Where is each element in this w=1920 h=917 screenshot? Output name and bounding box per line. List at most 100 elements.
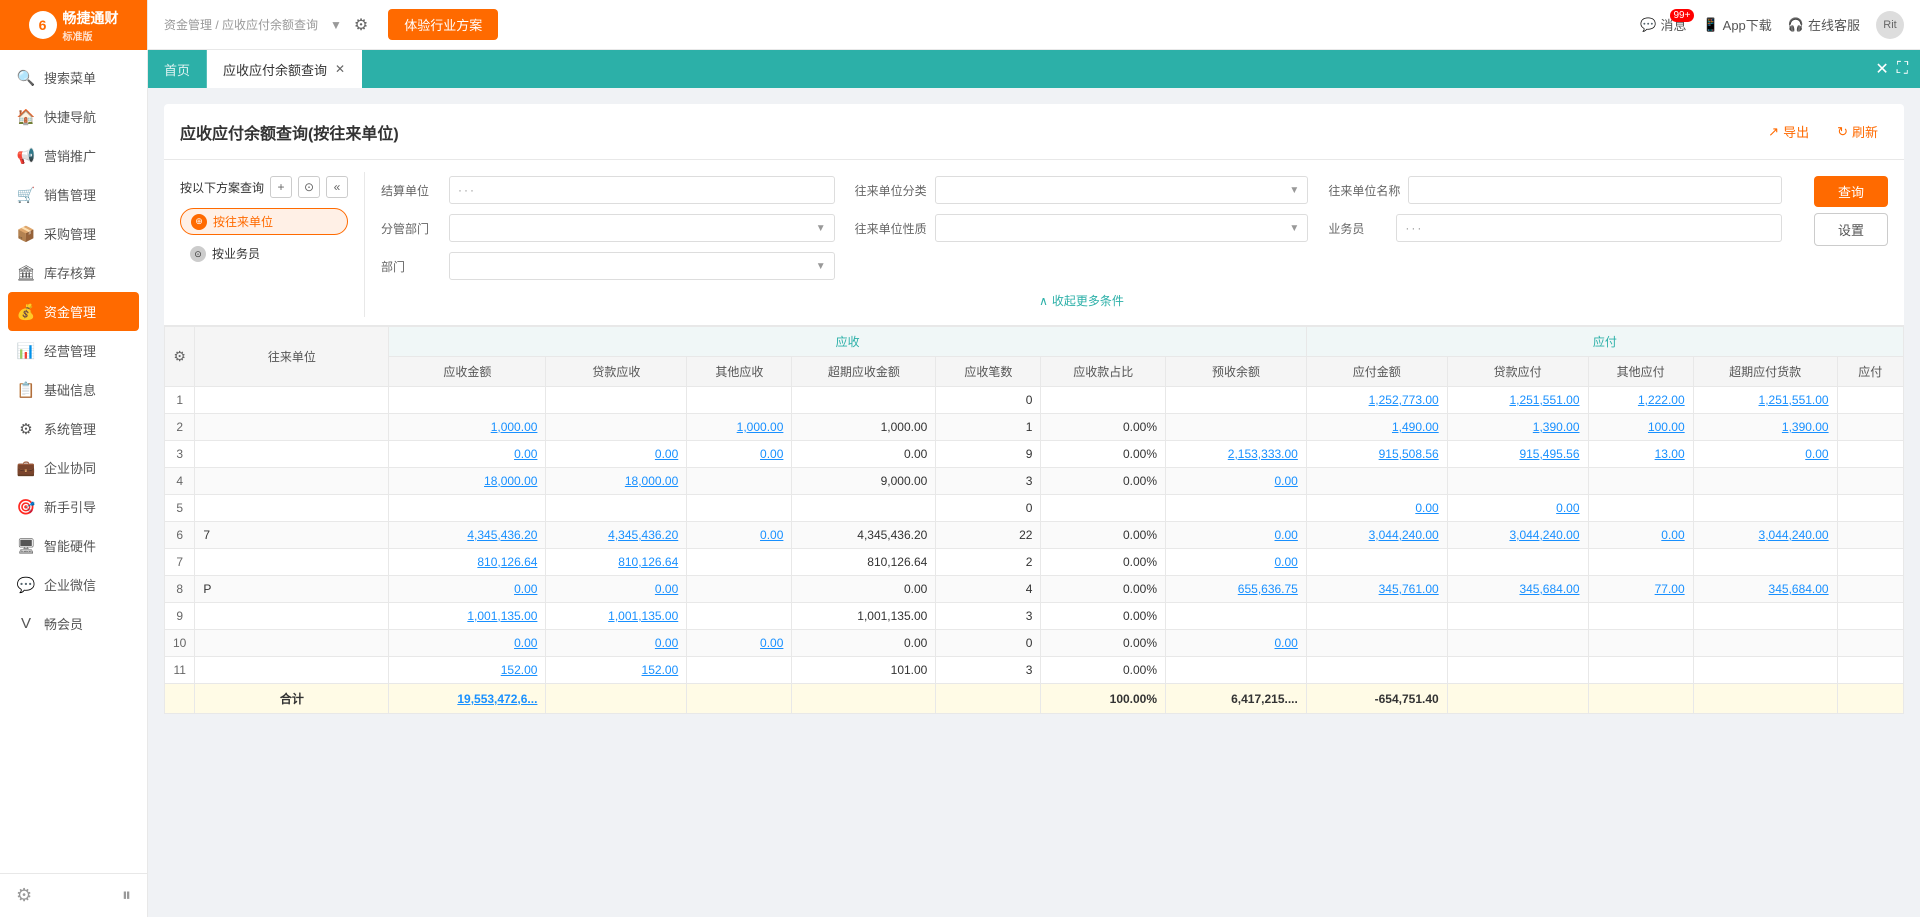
table-cell[interactable]: 13.00 [1588, 441, 1693, 468]
table-cell[interactable]: 810,126.64 [546, 549, 687, 576]
table-cell[interactable]: 1,252,773.00 [1306, 387, 1447, 414]
table-gear-icon[interactable]: ⚙ [173, 348, 186, 364]
sidebar-item-智能硬件[interactable]: 🖥智能硬件 [0, 526, 147, 565]
table-cell[interactable]: 18,000.00 [546, 468, 687, 495]
sidebar-item-采购管理[interactable]: 📦采购管理 [0, 214, 147, 253]
table-cell[interactable]: 345,684.00 [1447, 576, 1588, 603]
table-cell[interactable]: 0.00 [1588, 522, 1693, 549]
table-cell[interactable]: 0.00 [389, 630, 546, 657]
sidebar-item-快捷导航[interactable]: 🏠快捷导航 [0, 97, 147, 136]
table-cell[interactable]: 4,345,436.20 [389, 522, 546, 549]
scheme-by-unit[interactable]: ⊕ 按往来单位 [180, 208, 348, 235]
window-close-icon[interactable]: ✕ [1875, 59, 1888, 79]
department-input[interactable]: ▼ [449, 252, 835, 280]
footer-ap2 [1837, 684, 1903, 714]
table-cell[interactable]: 0.00 [1166, 468, 1307, 495]
table-cell[interactable]: 1,001,135.00 [546, 603, 687, 630]
customer-service-button[interactable]: 🎧 在线客服 [1788, 15, 1860, 34]
tab-ar-query[interactable]: 应收应付余额查询 ✕ [207, 50, 362, 88]
table-cell[interactable]: 0.00 [1447, 495, 1588, 522]
settlement-input[interactable]: ··· [449, 176, 835, 204]
collapse-button[interactable]: ∧ 收起更多条件 [381, 288, 1782, 313]
tab-home[interactable]: 首页 [148, 50, 207, 88]
table-cell[interactable]: 100.00 [1588, 414, 1693, 441]
sidebar-item-库存核算[interactable]: 🏛库存核算 [0, 253, 147, 292]
sidebar-item-企业微信[interactable]: 💬企业微信 [0, 565, 147, 604]
table-cell[interactable]: 0.00 [546, 576, 687, 603]
table-cell[interactable]: 1,251,551.00 [1693, 387, 1837, 414]
table-cell[interactable]: 18,000.00 [389, 468, 546, 495]
table-cell[interactable]: 3,044,240.00 [1306, 522, 1447, 549]
table-cell[interactable]: 810,126.64 [389, 549, 546, 576]
export-button[interactable]: ↗ 导出 [1758, 118, 1819, 145]
table-cell[interactable]: 655,636.75 [1166, 576, 1307, 603]
scheme-left-button[interactable]: « [326, 176, 348, 198]
sidebar-item-企业协同[interactable]: 💼企业协同 [0, 448, 147, 487]
table-cell[interactable]: 0.00 [546, 441, 687, 468]
table-cell[interactable]: 345,684.00 [1693, 576, 1837, 603]
tab-close-icon[interactable]: ✕ [335, 62, 345, 76]
table-cell[interactable]: 0.00 [1166, 549, 1307, 576]
scheme-set-button[interactable]: ⊙ [298, 176, 320, 198]
table-cell[interactable]: 1,000.00 [687, 414, 792, 441]
table-cell[interactable]: 915,495.56 [1447, 441, 1588, 468]
table-cell [1837, 576, 1903, 603]
table-cell[interactable]: 1,001,135.00 [389, 603, 546, 630]
app-download-button[interactable]: 📱 App下载 [1702, 15, 1771, 34]
table-cell[interactable]: 1,390.00 [1447, 414, 1588, 441]
table-cell[interactable]: 152.00 [546, 657, 687, 684]
refresh-button[interactable]: ↻ 刷新 [1827, 118, 1888, 145]
user-avatar[interactable]: Rit [1876, 11, 1904, 39]
dept-input[interactable]: ▼ [449, 214, 835, 242]
trial-button[interactable]: 体验行业方案 [388, 9, 498, 40]
table-cell[interactable]: 152.00 [389, 657, 546, 684]
sidebar-collapse-icon[interactable]: ⏸ [122, 885, 131, 906]
nature-input[interactable]: ▼ [935, 214, 1309, 242]
table-cell[interactable]: 0.00 [687, 522, 792, 549]
table-cell[interactable]: 1,490.00 [1306, 414, 1447, 441]
query-button[interactable]: 查询 [1814, 176, 1888, 207]
table-cell[interactable]: 3,044,240.00 [1447, 522, 1588, 549]
table-cell[interactable]: 1,222.00 [1588, 387, 1693, 414]
sidebar-item-销售管理[interactable]: 🛒销售管理 [0, 175, 147, 214]
sidebar-item-资金管理[interactable]: 💰资金管理 [8, 292, 139, 331]
table-cell[interactable]: 0.00 [1166, 522, 1307, 549]
table-cell[interactable]: 1,251,551.00 [1447, 387, 1588, 414]
table-cell[interactable]: 0.00 [687, 630, 792, 657]
scheme-add-button[interactable]: + [270, 176, 292, 198]
sidebar-item-畅会员[interactable]: V畅会员 [0, 604, 147, 643]
table-cell[interactable]: 0.00 [1306, 495, 1447, 522]
sidebar-settings-icon[interactable]: ⚙ [16, 885, 32, 906]
table-row: 500.000.00 [165, 495, 1904, 522]
table-cell[interactable]: 4,345,436.20 [546, 522, 687, 549]
sidebar-item-营销推广[interactable]: 📢营销推广 [0, 136, 147, 175]
sidebar-item-经营管理[interactable]: 📊经营管理 [0, 331, 147, 370]
message-button[interactable]: 💬 消息 99+ [1640, 15, 1686, 34]
category-input[interactable]: ▼ [935, 176, 1309, 204]
table-cell[interactable]: 0.00 [546, 630, 687, 657]
table-cell[interactable]: 1,000.00 [389, 414, 546, 441]
table-cell[interactable]: 345,761.00 [1306, 576, 1447, 603]
col-ar-count: 应收笔数 [936, 357, 1041, 387]
scheme-by-salesman[interactable]: ⊙ 按业务员 [180, 241, 348, 266]
header-gear-icon[interactable]: ⚙ [354, 15, 368, 35]
table-cell[interactable]: 0.00 [389, 441, 546, 468]
salesman-input[interactable]: ··· [1396, 214, 1782, 242]
table-cell[interactable]: 915,508.56 [1306, 441, 1447, 468]
table-cell[interactable]: 3,044,240.00 [1693, 522, 1837, 549]
table-cell[interactable]: 0.00 [1693, 441, 1837, 468]
table-cell[interactable]: 0.00 [1166, 630, 1307, 657]
table-cell[interactable]: 1,390.00 [1693, 414, 1837, 441]
table-cell[interactable]: 0.00 [389, 576, 546, 603]
footer-ar-total[interactable]: 19,553,472,6... [389, 684, 546, 714]
window-expand-icon[interactable]: ⛶ [1897, 60, 1908, 78]
sidebar-item-基础信息[interactable]: 📋基础信息 [0, 370, 147, 409]
sidebar-item-系统管理[interactable]: ⚙系统管理 [0, 409, 147, 448]
table-cell[interactable]: 77.00 [1588, 576, 1693, 603]
settings-button[interactable]: 设置 [1814, 213, 1888, 246]
table-cell[interactable]: 0.00 [687, 441, 792, 468]
sidebar-item-搜索菜单[interactable]: 🔍搜索菜单 [0, 58, 147, 97]
table-cell[interactable]: 2,153,333.00 [1166, 441, 1307, 468]
unitname-input[interactable] [1408, 176, 1782, 204]
sidebar-item-新手引导[interactable]: 🎯新手引导 [0, 487, 147, 526]
